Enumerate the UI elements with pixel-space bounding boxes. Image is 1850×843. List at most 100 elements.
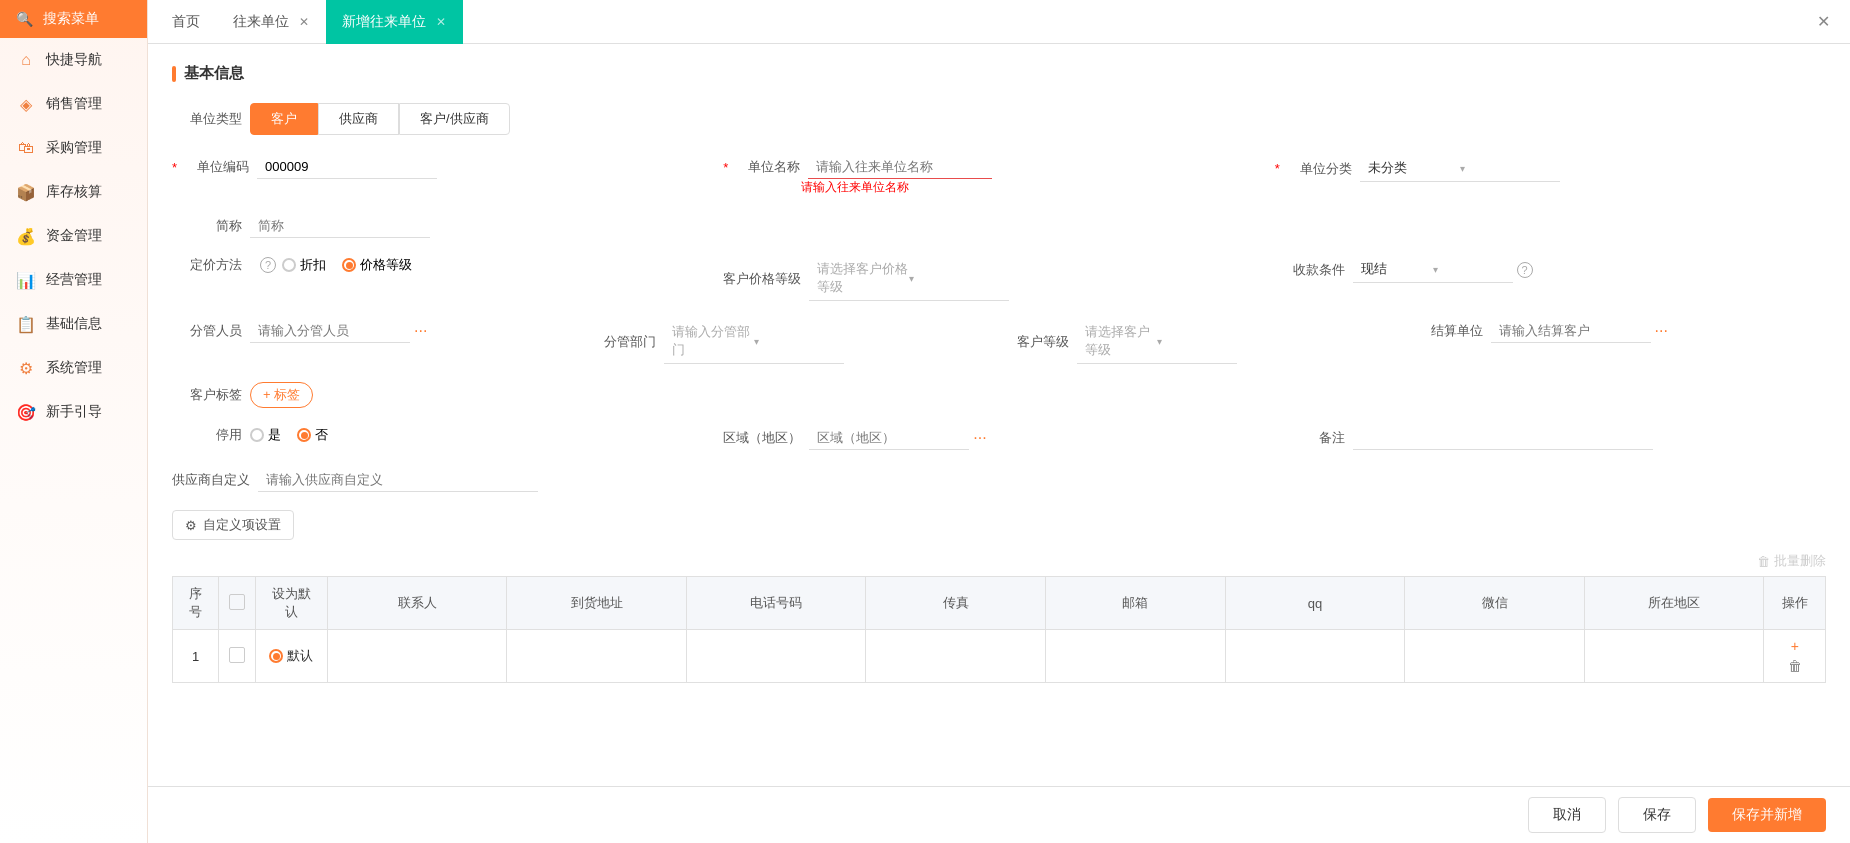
chevron-down-icon: ▾	[1157, 336, 1229, 347]
radio-no[interactable]	[297, 428, 311, 442]
col-fax: 传真	[866, 577, 1046, 630]
sidebar-item-quick-nav[interactable]: ⌂ 快捷导航	[0, 38, 147, 82]
row-delete-button[interactable]: 🗑	[1784, 656, 1806, 676]
customer-price-level-select[interactable]: 请选择客户价格等级 ▾	[809, 256, 1009, 301]
row-region[interactable]	[1584, 630, 1764, 683]
unit-type-label: 单位类型	[172, 110, 242, 128]
pricing-help-icon[interactable]: ?	[260, 257, 276, 273]
row-add-button[interactable]: +	[1787, 636, 1803, 656]
radio-level[interactable]	[342, 258, 356, 272]
tab-new-partner[interactable]: 新增往来单位 ✕	[326, 0, 463, 44]
unit-code-input[interactable]	[257, 155, 437, 179]
contacts-table: 序号 设为默认 联系人 到货地址 电话号码 传真 邮箱 qq 微信 所在地区 操…	[172, 576, 1826, 683]
fax-input[interactable]	[876, 649, 1035, 664]
customer-level-select[interactable]: 请选择客户等级 ▾	[1077, 319, 1237, 364]
cancel-button[interactable]: 取消	[1528, 797, 1606, 833]
row-qq[interactable]	[1225, 630, 1405, 683]
sidebar-item-finance[interactable]: 💰 资金管理	[0, 214, 147, 258]
unit-name-input[interactable]	[808, 155, 992, 179]
sidebar-item-sales[interactable]: ◈ 销售管理	[0, 82, 147, 126]
basic-info-icon: 📋	[16, 314, 36, 334]
col-wechat: 微信	[1405, 577, 1585, 630]
unit-type-supplier[interactable]: 供应商	[318, 103, 399, 135]
supervisor-input[interactable]	[250, 319, 410, 343]
sidebar-item-operations[interactable]: 📊 经营管理	[0, 258, 147, 302]
qq-input[interactable]	[1236, 649, 1395, 664]
disabled-yes[interactable]: 是	[250, 426, 281, 444]
radio-discount[interactable]	[282, 258, 296, 272]
col-qq: qq	[1225, 577, 1405, 630]
payment-help-icon[interactable]: ?	[1517, 262, 1533, 278]
contact-input[interactable]	[338, 649, 497, 664]
tab-partners[interactable]: 往来单位 ✕	[217, 0, 326, 44]
save-and-new-button[interactable]: 保存并新增	[1708, 798, 1826, 832]
tab-partners-close[interactable]: ✕	[299, 15, 309, 29]
remark-input[interactable]	[1353, 426, 1653, 450]
phone-input[interactable]	[697, 649, 856, 664]
supervisor-more-btn[interactable]: ···	[410, 322, 431, 340]
customer-tag-group: 客户标签 + 标签	[172, 382, 1826, 408]
sidebar-item-label: 采购管理	[46, 139, 102, 157]
row-address[interactable]	[507, 630, 687, 683]
sidebar-item-basic-info[interactable]: 📋 基础信息	[0, 302, 147, 346]
select-all-checkbox[interactable]	[229, 594, 245, 610]
supplier-custom-group: 供应商自定义	[172, 468, 1826, 492]
row-abbreviation: 简称	[172, 214, 1826, 238]
row-supplier-custom: 供应商自定义	[172, 468, 1826, 492]
unit-type-both[interactable]: 客户/供应商	[399, 103, 510, 135]
row-default-radio[interactable]: 默认	[266, 647, 317, 665]
row-pricing: 定价方法 ? 折扣 价格等级 客户价格等级 请选择客户价格等级	[172, 256, 1826, 301]
col-contact: 联系人	[327, 577, 507, 630]
disabled-radio-group: 是 否	[250, 426, 328, 444]
row-wechat[interactable]	[1405, 630, 1585, 683]
unit-category-select[interactable]: 未分类 ▾	[1360, 155, 1560, 182]
custom-settings-button[interactable]: ⚙ 自定义项设置	[172, 510, 294, 540]
sidebar-item-label: 系统管理	[46, 359, 102, 377]
window-close-button[interactable]: ✕	[1805, 12, 1842, 31]
customer-level-label: 客户等级	[999, 333, 1069, 351]
customer-price-level-label: 客户价格等级	[723, 270, 801, 288]
sidebar-search[interactable]: 🔍 搜索菜单	[0, 0, 147, 38]
region-input[interactable]	[809, 426, 969, 450]
row-contact[interactable]	[327, 630, 507, 683]
pricing-discount[interactable]: 折扣	[282, 256, 326, 274]
row-disabled: 停用 是 否 区域（地区） ··· 备注	[172, 426, 1826, 450]
sidebar-item-system[interactable]: ⚙ 系统管理	[0, 346, 147, 390]
row-email[interactable]	[1046, 630, 1226, 683]
payment-terms-select[interactable]: 现结 ▾	[1353, 256, 1513, 283]
supplier-custom-input[interactable]	[258, 468, 538, 492]
disabled-no[interactable]: 否	[297, 426, 328, 444]
col-email: 邮箱	[1046, 577, 1226, 630]
settlement-unit-more-btn[interactable]: ···	[1651, 322, 1672, 340]
email-input[interactable]	[1056, 649, 1215, 664]
batch-delete-label[interactable]: 批量删除	[1774, 552, 1826, 570]
radio-yes[interactable]	[250, 428, 264, 442]
inventory-icon: 📦	[16, 182, 36, 202]
tab-new-partner-close[interactable]: ✕	[436, 15, 446, 29]
settlement-unit-input[interactable]	[1491, 319, 1651, 343]
save-button[interactable]: 保存	[1618, 797, 1696, 833]
tab-home[interactable]: 首页	[156, 0, 217, 44]
gear-icon: ⚙	[185, 518, 197, 533]
department-label: 分管部门	[586, 333, 656, 351]
sidebar-item-newbie[interactable]: 🎯 新手引导	[0, 390, 147, 434]
sidebar-item-purchase[interactable]: 🛍 采购管理	[0, 126, 147, 170]
row-checkbox[interactable]	[229, 647, 245, 663]
sidebar-search-label: 搜索菜单	[43, 10, 99, 28]
unit-category-value: 未分类	[1368, 159, 1460, 177]
pricing-level[interactable]: 价格等级	[342, 256, 412, 274]
unit-type-customer[interactable]: 客户	[250, 103, 318, 135]
unit-category-label: 单位分类	[1282, 160, 1352, 178]
row-phone[interactable]	[686, 630, 866, 683]
wechat-input[interactable]	[1415, 649, 1574, 664]
batch-delete-icon: 🗑	[1757, 554, 1770, 569]
address-input[interactable]	[517, 649, 676, 664]
region-row-input[interactable]	[1595, 649, 1754, 664]
add-tag-button[interactable]: + 标签	[250, 382, 313, 408]
abbreviation-input[interactable]	[250, 214, 430, 238]
sidebar-item-inventory[interactable]: 📦 库存核算	[0, 170, 147, 214]
department-select[interactable]: 请输入分管部门 ▾	[664, 319, 844, 364]
radio-default[interactable]	[269, 649, 283, 663]
region-more-btn[interactable]: ···	[969, 429, 990, 447]
row-fax[interactable]	[866, 630, 1046, 683]
